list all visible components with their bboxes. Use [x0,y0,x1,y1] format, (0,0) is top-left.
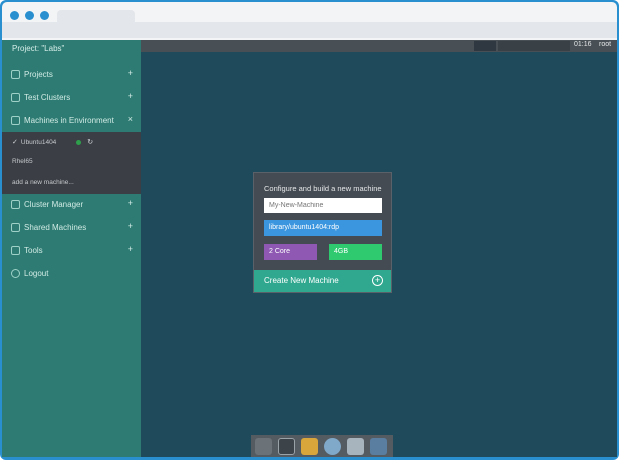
sidebar-item-machines-in-environment[interactable]: Machines in Environment × [2,109,141,131]
clock-label: 01:16 [574,41,592,48]
close-window-dot[interactable] [10,11,19,20]
taskbar-segment [498,41,570,51]
sidebar-item-tools[interactable]: Tools + [2,239,141,261]
cluster-manager-icon [11,199,20,209]
plus-icon[interactable]: + [128,198,133,208]
cpu-select[interactable]: 2 Core [264,244,317,260]
app-viewport: Project: "Labs" Projects + Test Clusters… [2,40,617,457]
image-field[interactable]: library/ubuntu1404:rdp [264,220,382,236]
machines-list: ✓ Ubuntu1404 ↻ Rhel65 add a new machine.… [2,132,141,194]
sidebar-item-shared-machines[interactable]: Shared Machines + [2,216,141,238]
share-icon [11,222,20,232]
sidebar-item-label: Projects [24,69,53,79]
search-icon[interactable] [347,437,364,455]
plus-icon[interactable]: + [128,244,133,254]
machine-name-input[interactable] [264,198,382,213]
tools-icon [11,245,20,255]
plus-icon[interactable]: + [128,68,133,78]
list-item[interactable]: ✓ Ubuntu1404 ↻ [12,138,93,147]
check-icon: ✓ [12,139,18,146]
sidebar-item-label: Logout [24,268,49,278]
dock [251,435,393,457]
status-indicator [76,139,82,145]
add-machine-link[interactable]: add a new machine... [12,179,74,186]
sidebar: Project: "Labs" Projects + Test Clusters… [2,40,141,457]
sidebar-item-projects[interactable]: Projects + [2,63,141,85]
image-viewer-icon[interactable] [278,437,295,455]
address-bar-strip [2,22,617,38]
machine-name: Rhel65 [12,158,33,165]
sidebar-item-label: Shared Machines [24,222,87,232]
sidebar-item-cluster-manager[interactable]: Cluster Manager + [2,193,141,215]
refresh-icon[interactable]: ↻ [87,138,93,146]
close-icon[interactable]: × [128,114,133,124]
sidebar-item-logout[interactable]: Logout [2,262,141,284]
list-item[interactable]: Rhel65 [12,158,33,165]
add-circle-icon: + [372,275,383,286]
terminal-icon[interactable] [255,437,272,455]
logout-icon [11,268,20,278]
sidebar-item-label: Machines in Environment [24,115,114,125]
sidebar-item-label: Cluster Manager [24,199,84,209]
machine-name: Ubuntu1404 [20,138,57,146]
sidebar-item-label: Test Clusters [24,92,71,102]
window-controls [10,11,49,20]
folder-icon [11,69,20,79]
notes-icon[interactable] [301,437,318,455]
sidebar-item-test-clusters[interactable]: Test Clusters + [2,86,141,108]
sidebar-item-label: Tools [24,245,43,255]
files-icon[interactable] [370,437,387,455]
clusters-icon [11,92,20,102]
minimize-window-dot[interactable] [25,11,34,20]
dialog-title: Configure and build a new machine [264,184,382,193]
user-label[interactable]: root [599,41,611,48]
memory-select[interactable]: 4GB [329,244,382,260]
maximize-window-dot[interactable] [40,11,49,20]
plus-icon[interactable]: + [128,221,133,231]
project-title: Project: "Labs" [12,44,65,53]
workspace-indicator[interactable] [474,41,496,51]
browser-icon[interactable] [324,437,341,455]
machines-icon [11,115,20,125]
new-machine-dialog: Configure and build a new machine librar… [253,172,392,293]
create-machine-button[interactable]: Create New Machine + [254,270,391,292]
browser-frame: Project: "Labs" Projects + Test Clusters… [0,0,619,460]
desktop-top-bar: 01:16 root [141,40,617,52]
plus-icon[interactable]: + [128,91,133,101]
create-machine-label: Create New Machine [264,276,339,285]
